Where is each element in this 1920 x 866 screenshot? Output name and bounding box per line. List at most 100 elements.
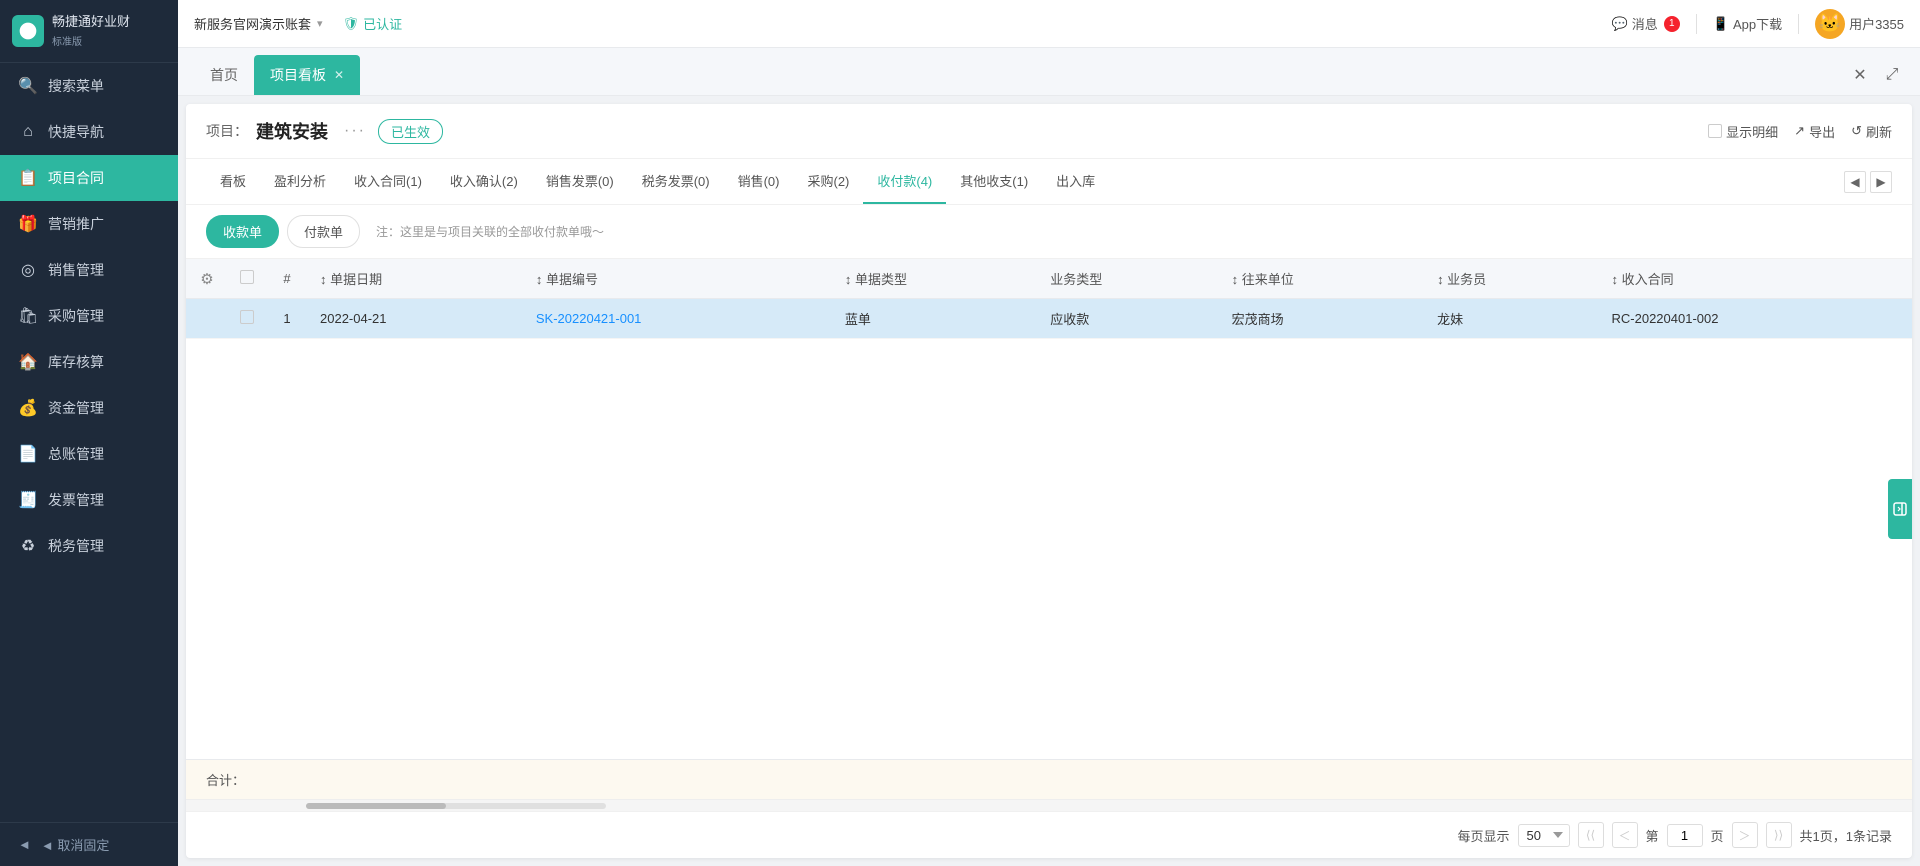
sidebar-item-label: 营销推广 — [48, 214, 104, 234]
total-label: 合计： — [206, 773, 245, 788]
refresh-label: 刷新 — [1866, 122, 1892, 141]
unpin-icon: ◄ — [18, 837, 31, 852]
col-biz-type-label: 业务类型 — [1050, 272, 1102, 287]
subnav-inout[interactable]: 出入库 — [1042, 159, 1109, 204]
last-page-button[interactable]: ⟩⟩ — [1766, 822, 1792, 848]
cell-code: SK-20220421-001 — [524, 299, 833, 339]
sidebar-item-marketing[interactable]: 🎁 营销推广 — [0, 201, 178, 247]
close-window-button[interactable]: ✕ — [1848, 63, 1872, 87]
more-options-button[interactable]: ··· — [344, 122, 366, 140]
sidebar-item-invoice[interactable]: 🧾 发票管理 — [0, 477, 178, 523]
export-label: 导出 — [1809, 122, 1835, 141]
subnav-kanban[interactable]: 看板 — [206, 159, 260, 204]
tab-close-icon[interactable]: ✕ — [334, 68, 344, 82]
sub-tab-payments[interactable]: 付款单 — [287, 215, 360, 248]
app-name: 畅捷通好业财 — [52, 14, 130, 31]
avatar: 🐱 — [1815, 9, 1845, 39]
subnav-other-income[interactable]: 其他收支(1) — [946, 159, 1042, 204]
cell-type: 蓝单 — [833, 299, 1038, 339]
certified-badge: 🛡 已认证 — [343, 14, 403, 33]
receipt-code-link[interactable]: SK-20220421-001 — [536, 311, 642, 326]
right-panel-toggle[interactable] — [1888, 479, 1912, 539]
chevron-down-icon: ▾ — [317, 17, 323, 30]
cell-settings — [186, 299, 228, 339]
maximize-window-button[interactable]: ⤢ — [1880, 63, 1904, 87]
horizontal-scrollbar[interactable] — [186, 799, 1912, 811]
show-detail-checkbox[interactable] — [1708, 124, 1722, 138]
sidebar-item-ledger[interactable]: 📄 总账管理 — [0, 431, 178, 477]
sub-tab-receipts[interactable]: 收款单 — [206, 215, 279, 248]
app-download-button[interactable]: 📱 App下载 — [1713, 14, 1782, 33]
app-download-label: App下载 — [1733, 14, 1782, 33]
table-row: 1 2022-04-21 SK-20220421-001 蓝单 应收款 宏茂商场… — [186, 299, 1912, 339]
certified-label: 已认证 — [363, 14, 402, 33]
project-header: 项目： 建筑安装 ··· 已生效 显示明细 ↗ 导出 ↺ 刷新 — [186, 104, 1912, 159]
export-button[interactable]: ↗ 导出 — [1794, 122, 1835, 141]
messages-button[interactable]: 💬 消息 1 — [1612, 14, 1680, 33]
content-area: 项目： 建筑安装 ··· 已生效 显示明细 ↗ 导出 ↺ 刷新 — [186, 104, 1912, 858]
row-checkbox[interactable] — [240, 310, 254, 324]
inventory-icon: 🏠 — [18, 352, 38, 372]
app-version: 标准版 — [52, 33, 130, 48]
subnav-prev-button[interactable]: ◀ — [1844, 171, 1866, 193]
sidebar-nav: 🔍 搜索菜单 ⌂ 快捷导航 📋 项目合同 🎁 营销推广 ◎ 销售管理 🛍 采购管… — [0, 63, 178, 822]
col-contract: ↕ 收入合同 — [1600, 259, 1913, 299]
sidebar-item-purchase[interactable]: 🛍 采购管理 — [0, 293, 178, 339]
per-page-select[interactable]: 50 100 200 — [1518, 824, 1570, 847]
next-page-button[interactable]: ＞ — [1732, 822, 1758, 848]
project-label: 项目： — [206, 121, 248, 141]
subnav-sales-invoice[interactable]: 销售发票(0) — [532, 159, 628, 204]
sidebar-item-search[interactable]: 🔍 搜索菜单 — [0, 63, 178, 109]
subnav-sales[interactable]: 销售(0) — [724, 159, 794, 204]
col-settings: ⚙ — [186, 259, 228, 299]
subnav-profit[interactable]: 盈利分析 — [260, 159, 340, 204]
tab-home[interactable]: 首页 — [194, 55, 254, 95]
sidebar-item-sales[interactable]: ◎ 销售管理 — [0, 247, 178, 293]
tab-bar: 首页 项目看板 ✕ ✕ ⤢ — [178, 48, 1920, 96]
sidebar-item-label: 销售管理 — [48, 260, 104, 280]
tab-project-board-label: 项目看板 — [270, 65, 326, 85]
cell-date: 2022-04-21 — [308, 299, 524, 339]
tab-project-board[interactable]: 项目看板 ✕ — [254, 55, 360, 95]
page-input[interactable] — [1667, 824, 1703, 847]
account-selector[interactable]: 新服务官网演示账套 ▾ — [194, 14, 323, 33]
col-code-label: ↕ 单据编号 — [536, 272, 598, 287]
sub-tab-bar: 收款单 付款单 注：这里是与项目关联的全部收付款单哦～ — [186, 205, 1912, 259]
finance-icon: 💰 — [18, 398, 38, 418]
col-partner-label: ↕ 往来单位 — [1232, 272, 1294, 287]
subnav-purchase[interactable]: 采购(2) — [793, 159, 863, 204]
sidebar-item-label: 资金管理 — [48, 398, 104, 418]
sidebar-item-label: 发票管理 — [48, 490, 104, 510]
main-area: 新服务官网演示账套 ▾ 🛡 已认证 💬 消息 1 📱 App下载 🐱 用 — [178, 0, 1920, 866]
first-page-button[interactable]: ⟨⟨ — [1578, 822, 1604, 848]
scrollbar-thumb[interactable] — [306, 803, 446, 809]
sidebar-unpin[interactable]: ◄ ◄ 取消固定 — [0, 822, 178, 866]
subnav-payment[interactable]: 收付款(4) — [863, 159, 946, 204]
subnav-income-confirm[interactable]: 收入确认(2) — [436, 159, 532, 204]
refresh-button[interactable]: ↺ 刷新 — [1851, 122, 1892, 141]
sidebar: 畅捷通好业财 标准版 🔍 搜索菜单 ⌂ 快捷导航 📋 项目合同 🎁 营销推广 ◎… — [0, 0, 178, 866]
subnav-tax-invoice[interactable]: 税务发票(0) — [628, 159, 724, 204]
subnav-income-contract[interactable]: 收入合同(1) — [340, 159, 436, 204]
col-date: ↕ 单据日期 — [308, 259, 524, 299]
table-container: ⚙ # ↕ 单据日期 ↕ 单据编号 ↕ 单据类型 — [186, 259, 1912, 759]
sidebar-item-project[interactable]: 📋 项目合同 — [0, 155, 178, 201]
subnav-next-button[interactable]: ▶ — [1870, 171, 1892, 193]
sidebar-item-tax[interactable]: ♻ 税务管理 — [0, 523, 178, 569]
user-menu[interactable]: 🐱 用户3355 — [1815, 9, 1904, 39]
cell-salesperson: 龙妹 — [1425, 299, 1599, 339]
prev-page-button[interactable]: ＜ — [1612, 822, 1638, 848]
sidebar-item-quicknav[interactable]: ⌂ 快捷导航 — [0, 109, 178, 155]
sidebar-item-label: 税务管理 — [48, 536, 104, 556]
sidebar-item-label: 总账管理 — [48, 444, 104, 464]
cell-check — [228, 299, 266, 339]
sales-icon: ◎ — [18, 260, 38, 280]
sidebar-item-finance[interactable]: 💰 资金管理 — [0, 385, 178, 431]
show-detail-button[interactable]: 显示明细 — [1708, 122, 1778, 141]
cell-contract: RC-20220401-002 — [1600, 299, 1913, 339]
col-biz-type: 业务类型 — [1038, 259, 1219, 299]
column-settings-icon[interactable]: ⚙ — [200, 271, 213, 288]
cell-biz-type: 应收款 — [1038, 299, 1219, 339]
select-all-checkbox[interactable] — [240, 270, 254, 284]
sidebar-item-inventory[interactable]: 🏠 库存核算 — [0, 339, 178, 385]
